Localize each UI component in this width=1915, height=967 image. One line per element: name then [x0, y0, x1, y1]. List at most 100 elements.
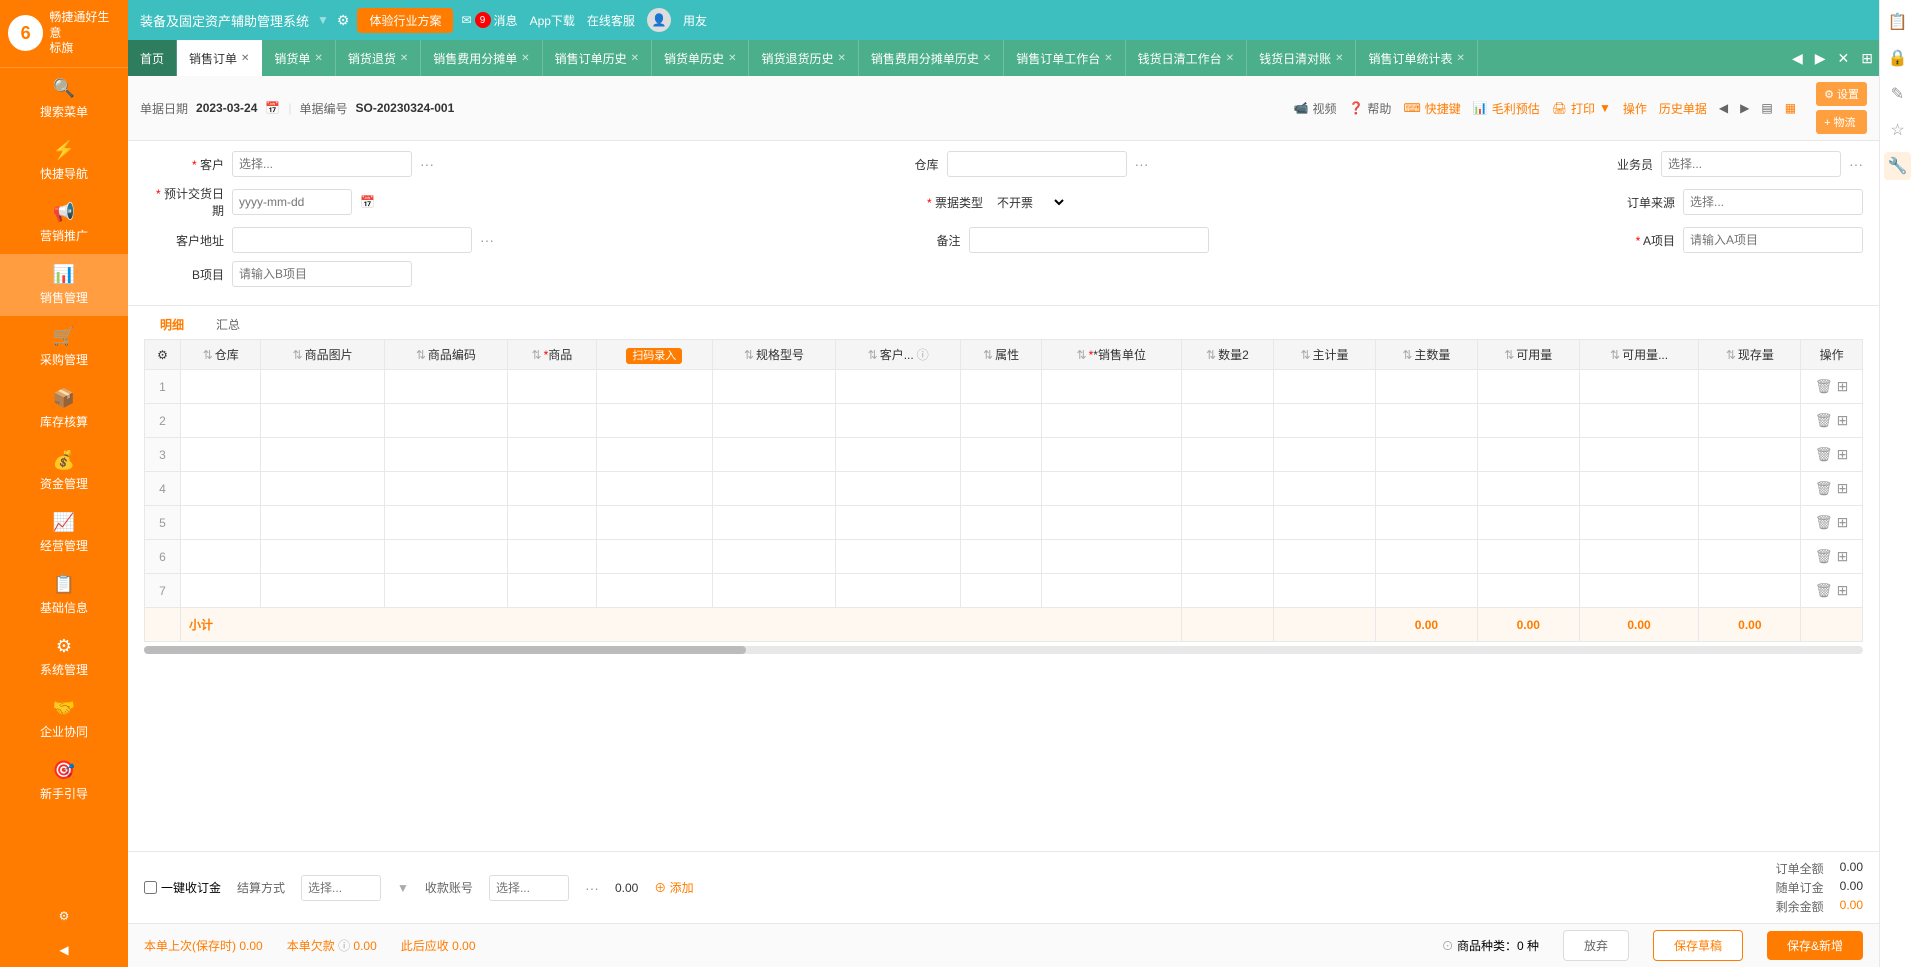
th-image[interactable]: ⇅商品图片: [261, 340, 384, 370]
tab-order-history[interactable]: 销售订单历史 ✕: [543, 40, 652, 76]
row-5-code[interactable]: [384, 506, 507, 540]
row-6-scan[interactable]: [596, 540, 712, 574]
payment-arrow[interactable]: ▼: [397, 881, 409, 895]
row-3-product[interactable]: [508, 438, 597, 472]
tab-fee-history[interactable]: 销售费用分摊单历史 ✕: [859, 40, 1004, 76]
invoice-select[interactable]: [1047, 189, 1067, 215]
tab-sales-return[interactable]: 销货退货 ✕: [336, 40, 421, 76]
tab-daily-workbench[interactable]: 钱货日清工作台 ✕: [1126, 40, 1247, 76]
row-6-image[interactable]: [261, 540, 384, 574]
tab-more-btn[interactable]: ⊞: [1855, 50, 1879, 67]
right-tool-icon[interactable]: 🔧: [1884, 152, 1912, 180]
row-7-delete-icon[interactable]: 🗑: [1815, 582, 1833, 599]
row-2-product[interactable]: [508, 404, 597, 438]
row-4-warehouse[interactable]: [181, 472, 261, 506]
row-4-attr[interactable]: [961, 472, 1041, 506]
row-4-scan[interactable]: [596, 472, 712, 506]
customer-more-btn[interactable]: ···: [420, 156, 434, 172]
row-1-spec[interactable]: [712, 370, 835, 404]
th-main-unit[interactable]: ⇅主计量: [1274, 340, 1376, 370]
row-6-avail2[interactable]: [1579, 540, 1699, 574]
tab-summary[interactable]: 汇总: [200, 310, 256, 339]
account-input[interactable]: [489, 875, 569, 901]
row-5-avail2[interactable]: [1579, 506, 1699, 540]
row-3-customer-code[interactable]: [836, 438, 961, 472]
row-2-main-unit[interactable]: [1274, 404, 1376, 438]
th-settings[interactable]: ⚙: [145, 340, 181, 370]
row-5-attr[interactable]: [961, 506, 1041, 540]
sidebar-item-basic[interactable]: 📋 基础信息: [0, 564, 128, 626]
row-3-copy-icon[interactable]: ⊞: [1837, 446, 1849, 463]
th-customer-code[interactable]: ⇅客户... ⓘ: [836, 340, 961, 370]
sidebar-settings-btn[interactable]: ⚙: [0, 899, 128, 933]
row-5-avail[interactable]: [1477, 506, 1579, 540]
row-7-main-qty[interactable]: [1375, 574, 1477, 608]
row-4-avail[interactable]: [1477, 472, 1579, 506]
row-6-product[interactable]: [508, 540, 597, 574]
view-btn[interactable]: 📹 视频: [1294, 100, 1337, 117]
row-7-avail[interactable]: [1477, 574, 1579, 608]
row-7-warehouse[interactable]: [181, 574, 261, 608]
row-2-spec[interactable]: [712, 404, 835, 438]
address-more-btn[interactable]: ···: [480, 232, 494, 248]
tab-close-all-btn[interactable]: ✕: [1832, 50, 1856, 67]
sidebar-collapse-btn[interactable]: ◀: [0, 933, 128, 967]
right-edit-icon[interactable]: ✎: [1887, 80, 1908, 108]
col-settings-icon[interactable]: ⚙: [157, 348, 168, 362]
save-button[interactable]: 保存&新增: [1767, 931, 1863, 960]
row-6-spec[interactable]: [712, 540, 835, 574]
row-1-stock[interactable]: [1699, 370, 1801, 404]
draft-button[interactable]: 保存草稿: [1653, 930, 1743, 961]
online-support-btn[interactable]: 在线客服: [587, 12, 635, 29]
row-4-copy-icon[interactable]: ⊞: [1837, 480, 1849, 497]
layout-grid-btn[interactable]: ▤: [1761, 101, 1772, 115]
row-2-attr[interactable]: [961, 404, 1041, 438]
sidebar-item-enterprise[interactable]: 🤝 企业协同: [0, 688, 128, 750]
row-2-delete-icon[interactable]: 🗑: [1815, 412, 1833, 429]
row-6-unit[interactable]: [1041, 540, 1181, 574]
row-1-delete-icon[interactable]: 🗑: [1815, 378, 1833, 395]
row-5-unit[interactable]: [1041, 506, 1181, 540]
tab-sales-invoice[interactable]: 销货单 ✕: [262, 40, 335, 76]
help-btn[interactable]: ❓ 帮助: [1348, 100, 1391, 117]
row-7-image[interactable]: [261, 574, 384, 608]
tab-close-sales-invoice[interactable]: ✕: [314, 53, 322, 64]
row-5-main-qty[interactable]: [1375, 506, 1477, 540]
row-5-qty2[interactable]: [1181, 506, 1273, 540]
row-4-unit[interactable]: [1041, 472, 1181, 506]
tab-invoice-history[interactable]: 销货单历史 ✕: [652, 40, 749, 76]
address-input[interactable]: [232, 227, 472, 253]
layout-split-btn[interactable]: ▦: [1785, 101, 1796, 115]
scroll-thumb[interactable]: [144, 646, 746, 654]
row-1-unit[interactable]: [1041, 370, 1181, 404]
quick-order-checkbox[interactable]: 一键收订金: [144, 879, 221, 896]
tab-detail[interactable]: 明细: [144, 310, 200, 341]
row-3-stock[interactable]: [1699, 438, 1801, 472]
row-5-product[interactable]: [508, 506, 597, 540]
th-code[interactable]: ⇅商品编码: [384, 340, 507, 370]
th-scan[interactable]: 扫码录入: [596, 340, 712, 370]
row-3-main-unit[interactable]: [1274, 438, 1376, 472]
row-2-warehouse[interactable]: [181, 404, 261, 438]
row-6-attr[interactable]: [961, 540, 1041, 574]
calendar-icon[interactable]: 📅: [265, 101, 280, 115]
message-btn[interactable]: ✉ 9 消息: [461, 12, 517, 29]
row-6-code[interactable]: [384, 540, 507, 574]
tab-prev-btn[interactable]: ◀: [1786, 50, 1809, 67]
tab-close-daily-account[interactable]: ✕: [1335, 53, 1343, 64]
row-3-qty2[interactable]: [1181, 438, 1273, 472]
th-avail[interactable]: ⇅可用量: [1477, 340, 1579, 370]
row-3-attr[interactable]: [961, 438, 1041, 472]
sidebar-item-inventory[interactable]: 📦 库存核算: [0, 378, 128, 440]
row-7-code[interactable]: [384, 574, 507, 608]
history-btn[interactable]: 历史单据: [1659, 100, 1707, 117]
payment-input[interactable]: [301, 875, 381, 901]
quick-order-input[interactable]: [144, 881, 157, 894]
th-warehouse[interactable]: ⇅仓库: [181, 340, 261, 370]
industry-btn[interactable]: 体验行业方案: [357, 8, 453, 33]
row-7-main-unit[interactable]: [1274, 574, 1376, 608]
row-7-spec[interactable]: [712, 574, 835, 608]
prev-record-btn[interactable]: ◀: [1719, 101, 1728, 115]
row-1-qty2[interactable]: [1181, 370, 1273, 404]
row-2-avail2[interactable]: [1579, 404, 1699, 438]
